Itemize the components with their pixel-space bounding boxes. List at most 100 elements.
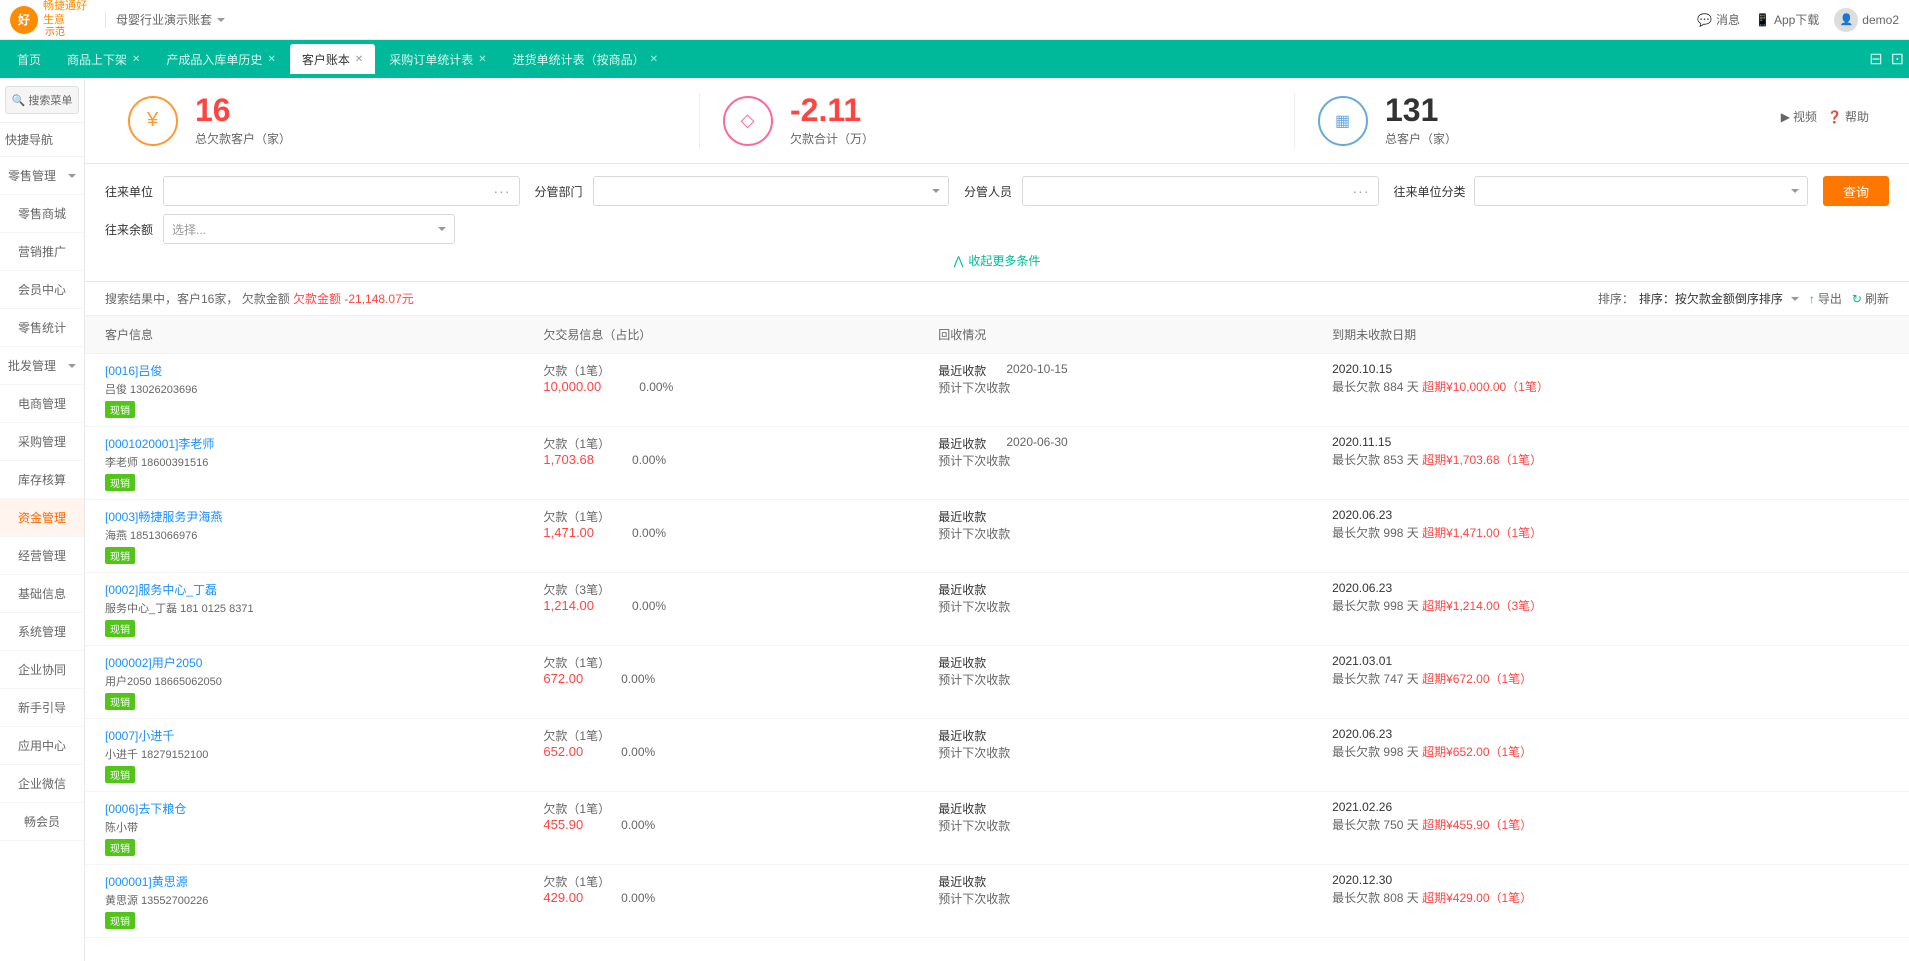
video-icon: ▶: [1781, 110, 1790, 124]
debt-amount: 1,703.68: [543, 452, 594, 467]
collapse-button[interactable]: ⋀ 收起更多条件: [954, 252, 1041, 269]
sidebar-item-finance[interactable]: 资金管理: [0, 499, 84, 537]
person-input[interactable]: ···: [1022, 176, 1379, 206]
customer-name-link[interactable]: [0002]服务中心_丁磊: [105, 583, 217, 597]
payment-next: 预计下次收款: [938, 744, 1292, 761]
help-btn[interactable]: ❓ 帮助: [1827, 108, 1869, 125]
tab-purchase-stats-by-product[interactable]: 进货单统计表（按商品） ✕: [501, 44, 670, 74]
customer-name-link[interactable]: [0007]小进千: [105, 729, 174, 743]
payment-next: 预计下次收款: [938, 817, 1292, 834]
app-download-btn[interactable]: 📱 App下载: [1755, 11, 1819, 28]
data-table: 客户信息 欠交易信息（占比） 回收情况 到期未收款日期 [0016]吕俊 吕俊 …: [85, 316, 1909, 938]
video-btn[interactable]: ▶ 视频: [1781, 108, 1817, 125]
cell-debt-5: 欠款（1笔） 652.00 0.00%: [523, 719, 918, 792]
unit-category-select[interactable]: [1474, 176, 1808, 206]
sidebar-item-marketing[interactable]: 营销推广: [0, 233, 84, 271]
sidebar-item-retail-mall[interactable]: 零售商城: [0, 195, 84, 233]
source-unit-input[interactable]: ···: [163, 176, 520, 206]
table-row: [0007]小进千 小进千 18279152100 现销 欠款（1笔） 652.…: [85, 719, 1909, 792]
overdue-amount-link[interactable]: 超期¥10,000.00（1笔）: [1422, 380, 1549, 394]
col-debt-info: 欠交易信息（占比）: [523, 316, 918, 354]
store-selector[interactable]: 母婴行业演示账套: [105, 11, 230, 28]
customer-name-link[interactable]: [0001020001]李老师: [105, 437, 214, 451]
sidebar-item-retail-stats[interactable]: 零售统计: [0, 309, 84, 347]
cell-overdue-5: 2020.06.23 最长欠款 998 天 超期¥652.00（1笔）: [1312, 719, 1909, 792]
tab-customer-account[interactable]: 客户账本 ✕: [290, 44, 375, 74]
sidebar-item-batch-mgmt[interactable]: 批发管理: [0, 347, 84, 385]
debt-row: 1,214.00 0.00%: [543, 598, 898, 613]
overdue-amount-link[interactable]: 超期¥429.00（1笔）: [1422, 891, 1532, 905]
tab-expand-btn[interactable]: ⊡: [1891, 49, 1904, 69]
stat-icon-debt: ◇: [720, 93, 775, 148]
overdue-amount-link[interactable]: 超期¥1,703.68（1笔）: [1422, 453, 1542, 467]
cell-customer-1: [0001020001]李老师 李老师 18600391516 现销: [85, 427, 523, 500]
tab-production-history[interactable]: 产成品入库单历史 ✕: [154, 44, 287, 74]
refresh-btn[interactable]: ↻ 刷新: [1852, 290, 1889, 307]
balance-select[interactable]: 选择...: [163, 214, 455, 244]
sidebar-item-enterprise[interactable]: 企业协同: [0, 651, 84, 689]
cell-overdue-2: 2020.06.23 最长欠款 998 天 超期¥1,471.00（1笔）: [1312, 500, 1909, 573]
tab-collapse-btn[interactable]: ⊟: [1869, 49, 1882, 69]
customer-name-link[interactable]: [000002]用户2050: [105, 656, 202, 670]
sidebar-item-ecommerce[interactable]: 电商管理: [0, 385, 84, 423]
customer-name-link[interactable]: [0016]吕俊: [105, 364, 162, 378]
close-icon[interactable]: ✕: [355, 54, 363, 65]
sort-select[interactable]: 排序： 排序：按欠款金额倒序排序: [1598, 290, 1799, 307]
user-profile-btn[interactable]: 👤 demo2: [1834, 8, 1899, 32]
sidebar-item-quick-nav[interactable]: 快捷导航: [0, 123, 84, 157]
overdue-amount-link[interactable]: 超期¥1,214.00（3笔）: [1422, 599, 1542, 613]
cell-debt-0: 欠款（1笔） 10,000.00 0.00%: [523, 354, 918, 427]
close-icon[interactable]: ✕: [650, 54, 658, 65]
table-toolbar: 搜索结果中，客户16家， 欠款金额 欠款金额 -21,148.07元 排序： 排…: [85, 282, 1909, 316]
sidebar-item-inventory[interactable]: 库存核算: [0, 461, 84, 499]
search-menu-btn[interactable]: 🔍 搜索菜单: [5, 86, 79, 114]
overdue-amount-link[interactable]: 超期¥1,471.00（1笔）: [1422, 526, 1542, 540]
collapse-row: ⋀ 收起更多条件: [105, 252, 1889, 269]
top-bar: 好 畅捷通好生意 示范 母婴行业演示账套 💬 消息 📱 App下载 👤 demo…: [0, 0, 1909, 40]
tab-home[interactable]: 首页: [5, 44, 53, 74]
close-icon[interactable]: ✕: [478, 54, 486, 65]
customer-name-link[interactable]: [0006]去下粮仓: [105, 802, 186, 816]
close-icon[interactable]: ✕: [267, 54, 275, 65]
overdue-amount-link[interactable]: 超期¥652.00（1笔）: [1422, 745, 1532, 759]
sidebar-item-purchase[interactable]: 采购管理: [0, 423, 84, 461]
table-actions: 排序： 排序：按欠款金额倒序排序 ↑ 导出 ↻ 刷新: [1598, 290, 1889, 307]
cell-overdue-4: 2021.03.01 最长欠款 747 天 超期¥672.00（1笔）: [1312, 646, 1909, 719]
overdue-amount-link[interactable]: 超期¥455.90（1笔）: [1422, 818, 1532, 832]
diamond-icon: ◇: [723, 96, 773, 146]
debt-percent: 0.00%: [621, 745, 655, 759]
debt-amount: 1,471.00: [543, 525, 594, 540]
cell-customer-6: [0006]去下粮仓 陈小带 现销: [85, 792, 523, 865]
filter-row-1: 往来单位 ··· 分管部门 分管人员: [105, 176, 1889, 206]
chevron-down-icon: [1791, 297, 1799, 301]
sidebar-item-vip[interactable]: 畅会员: [0, 803, 84, 841]
customer-name-link[interactable]: [0003]畅捷服务尹海燕: [105, 510, 222, 524]
search-button[interactable]: 查询: [1823, 176, 1889, 206]
debt-percent: 0.00%: [639, 380, 673, 394]
sidebar-item-system[interactable]: 系统管理: [0, 613, 84, 651]
message-btn[interactable]: 💬 消息: [1697, 11, 1740, 28]
sidebar-item-operations[interactable]: 经营管理: [0, 537, 84, 575]
debt-percent: 0.00%: [632, 599, 666, 613]
filter-balance: 往来余额 选择...: [105, 214, 455, 244]
table-body: [0016]吕俊 吕俊 13026203696 现销 欠款（1笔） 10,000…: [85, 354, 1909, 938]
customer-name-link[interactable]: [000001]黄思源: [105, 875, 188, 889]
sidebar-item-app-center[interactable]: 应用中心: [0, 727, 84, 765]
overdue-row: 最长欠款 884 天 超期¥10,000.00（1笔）: [1332, 378, 1889, 395]
sidebar-item-enterprise-wechat[interactable]: 企业微信: [0, 765, 84, 803]
sidebar-item-new-guide[interactable]: 新手引导: [0, 689, 84, 727]
overdue-amount-link[interactable]: 超期¥672.00（1笔）: [1422, 672, 1532, 686]
export-btn[interactable]: ↑ 导出: [1809, 290, 1842, 307]
debt-row: 455.90 0.00%: [543, 817, 898, 832]
payment-row: 最近收款: [938, 508, 1292, 525]
sidebar-item-member[interactable]: 会员中心: [0, 271, 84, 309]
close-icon[interactable]: ✕: [132, 54, 140, 65]
debt-percent: 0.00%: [621, 818, 655, 832]
dept-select[interactable]: [593, 176, 950, 206]
tab-product-shelves[interactable]: 商品上下架 ✕: [55, 44, 152, 74]
sidebar-item-basic-info[interactable]: 基础信息: [0, 575, 84, 613]
overdue-row: 最长欠款 750 天 超期¥455.90（1笔）: [1332, 816, 1889, 833]
tab-purchase-order-stats[interactable]: 采购订单统计表 ✕: [377, 44, 498, 74]
sidebar-item-retail-mgmt[interactable]: 零售管理: [0, 157, 84, 195]
debt-percent: 0.00%: [632, 526, 666, 540]
